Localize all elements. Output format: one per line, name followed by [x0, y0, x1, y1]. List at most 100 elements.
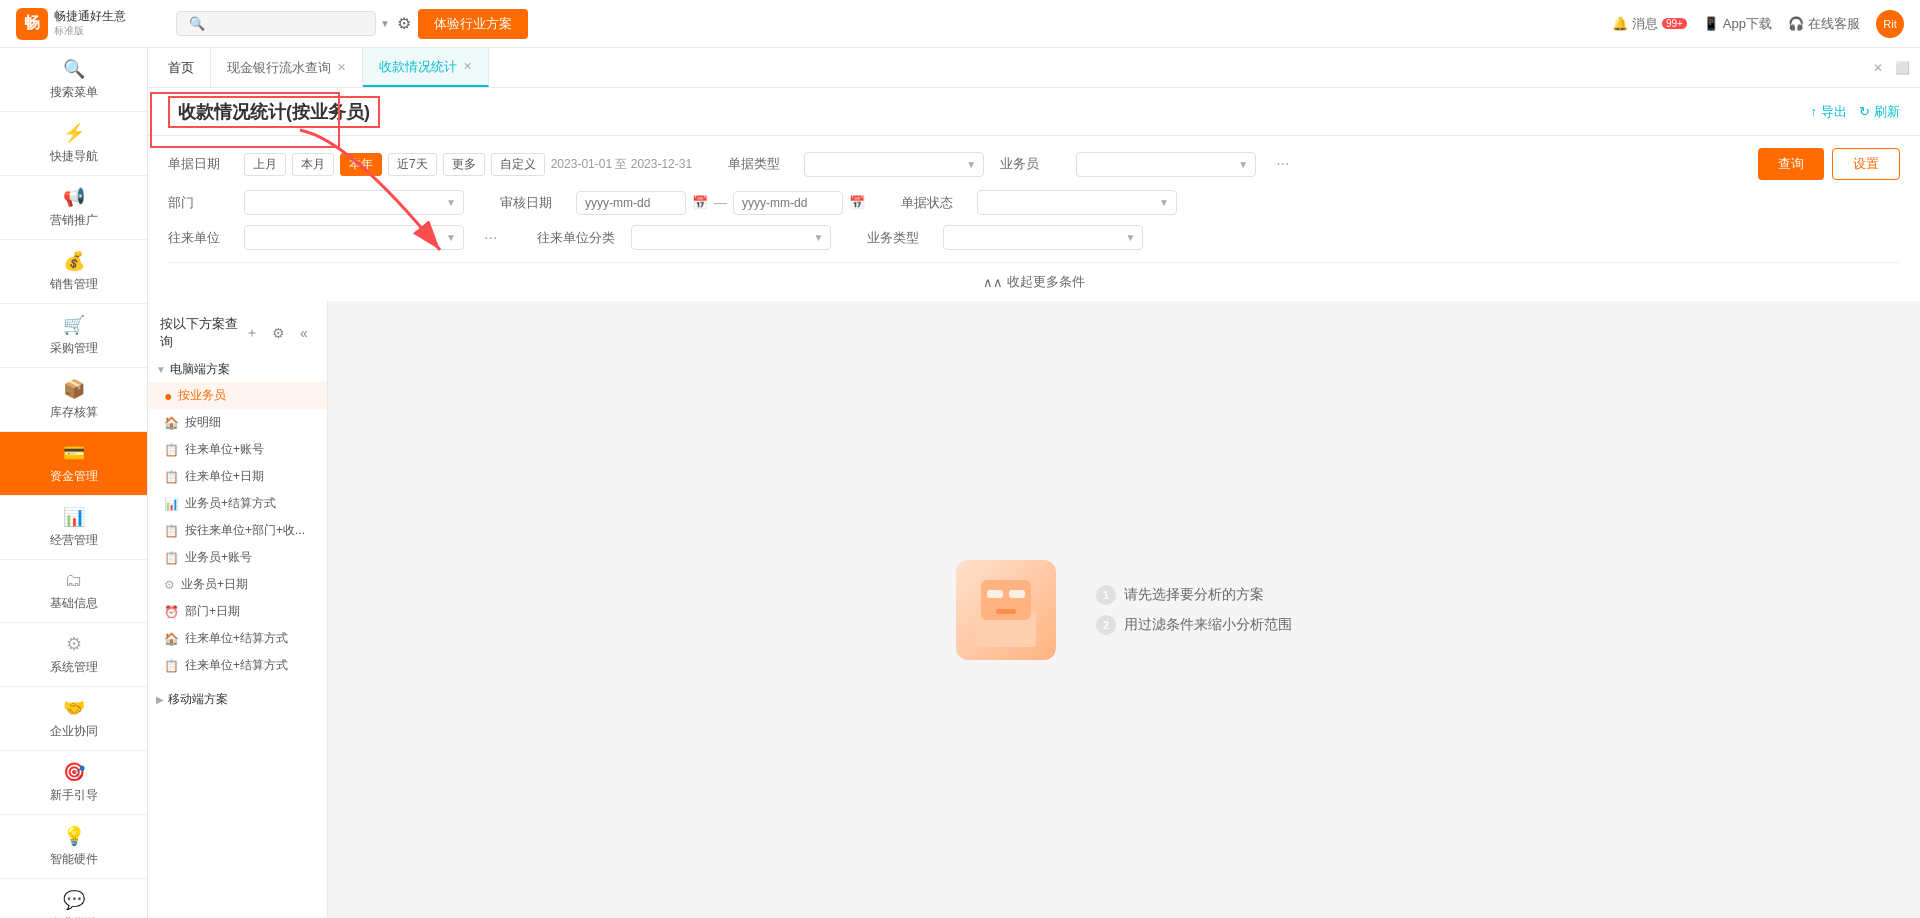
- date-btn-more[interactable]: 更多: [443, 153, 485, 176]
- receipt-tab-close[interactable]: ✕: [463, 60, 472, 73]
- service-icon: 🎧: [1788, 16, 1804, 31]
- sidebar-item-collab[interactable]: 🤝 企业协同: [0, 687, 147, 751]
- date-btn-this-year[interactable]: 本年: [340, 153, 382, 176]
- partner-cat-select[interactable]: [631, 225, 831, 250]
- search-dropdown-arrow[interactable]: ▼: [380, 18, 390, 29]
- sidebar-label-system: 系统管理: [50, 659, 98, 676]
- tree-item-by-salesman[interactable]: ● 按业务员: [148, 382, 327, 409]
- salesman-more-dots[interactable]: ···: [1272, 155, 1293, 173]
- query-button[interactable]: 查询: [1758, 148, 1824, 180]
- tree-item-by-detail[interactable]: 🏠 按明细: [148, 409, 327, 436]
- dept-label: 部门: [168, 194, 228, 212]
- doc-type-select[interactable]: [804, 152, 984, 177]
- sidebar-item-operation[interactable]: 📊 经营管理: [0, 496, 147, 560]
- date-filter-group: 上月 本月 本年 近7天 更多 自定义 2023-01-01 至 2023-12…: [244, 153, 692, 176]
- tree-item-salesman-date[interactable]: ⚙ 业务员+日期: [148, 571, 327, 598]
- calendar-end-icon[interactable]: 📅: [849, 195, 865, 210]
- app-download-btn[interactable]: 📱 App下载: [1703, 15, 1772, 33]
- salesman-select-wrapper: ▼: [1076, 152, 1256, 177]
- tree-item-partner-payment2[interactable]: 📋 往来单位+结算方式: [148, 652, 327, 679]
- user-avatar[interactable]: Rit: [1876, 10, 1904, 38]
- partner-date-icon: 📋: [164, 470, 179, 484]
- panel-setting-btn[interactable]: ⚙: [267, 322, 289, 344]
- biz-type-select[interactable]: [943, 225, 1143, 250]
- notification-btn[interactable]: 🔔 消息 99+: [1612, 15, 1687, 33]
- sidebar-label-finance: 资金管理: [50, 468, 98, 485]
- empty-illustration: [956, 560, 1056, 660]
- doc-type-label: 单据类型: [728, 155, 788, 173]
- tree-item-salesman-settlement[interactable]: 📊 业务员+结算方式: [148, 490, 327, 517]
- right-content: 1 请先选择要分析的方案 2 用过滤条件来缩小分析范围: [328, 301, 1920, 918]
- search-box[interactable]: 🔍: [176, 11, 376, 36]
- window-maximize-btn[interactable]: ⬜: [1892, 58, 1912, 78]
- tab-receipt[interactable]: 收款情况统计 ✕: [363, 48, 489, 87]
- date-btn-last-month[interactable]: 上月: [244, 153, 286, 176]
- tab-home[interactable]: 首页: [152, 48, 211, 87]
- date-btn-7days[interactable]: 近7天: [388, 153, 437, 176]
- sidebar-item-purchase[interactable]: 🛒 采购管理: [0, 304, 147, 368]
- sidebar-item-basicinfo[interactable]: 🗂 基础信息: [0, 560, 147, 623]
- trial-button[interactable]: 体验行业方案: [418, 9, 528, 39]
- partner-cat-select-wrapper: ▼: [631, 225, 831, 250]
- dept-select[interactable]: [244, 190, 464, 215]
- date-btn-custom[interactable]: 自定义: [491, 153, 545, 176]
- panel-collapse-btn[interactable]: «: [293, 322, 315, 344]
- sidebar-item-marketing[interactable]: 📢 营销推广: [0, 176, 147, 240]
- partner-dept-icon: 📋: [164, 524, 179, 538]
- online-service-btn[interactable]: 🎧 在线客服: [1788, 15, 1860, 33]
- settings-gear-icon[interactable]: ⚙: [390, 10, 418, 38]
- partner-more-dots[interactable]: ···: [480, 229, 501, 247]
- doc-status-select[interactable]: [977, 190, 1177, 215]
- review-date-label: 审核日期: [500, 194, 560, 212]
- desktop-section-arrow: ▼: [156, 364, 166, 375]
- sidebar-label-purchase: 采购管理: [50, 340, 98, 357]
- sidebar-item-search[interactable]: 🔍 搜索菜单: [0, 48, 147, 112]
- salesman-settlement-label: 业务员+结算方式: [185, 495, 276, 512]
- biz-type-select-wrapper: ▼: [943, 225, 1143, 250]
- window-close-btn[interactable]: ✕: [1868, 58, 1888, 78]
- tab-bank[interactable]: 现金银行流水查询 ✕: [211, 48, 363, 87]
- panel-header: 按以下方案查询 ＋ ⚙ «: [148, 309, 327, 357]
- sidebar-item-finance[interactable]: 💳 资金管理: [0, 432, 147, 496]
- tree-section-mobile[interactable]: ▶ 移动端方案: [148, 687, 327, 712]
- tree-item-partner-account[interactable]: 📋 往来单位+账号: [148, 436, 327, 463]
- partner-select[interactable]: [244, 225, 464, 250]
- window-controls: ✕ ⬜: [1860, 48, 1920, 87]
- tree-item-partner-dept[interactable]: 📋 按往来单位+部门+收...: [148, 517, 327, 544]
- empty-steps: 1 请先选择要分析的方案 2 用过滤条件来缩小分析范围: [1096, 585, 1292, 635]
- review-date-end[interactable]: [733, 191, 843, 215]
- sidebar-item-guide[interactable]: 🎯 新手引导: [0, 751, 147, 815]
- refresh-button[interactable]: ↻ 刷新: [1859, 103, 1900, 121]
- sidebar-item-system[interactable]: ⚙ 系统管理: [0, 623, 147, 687]
- notification-label: 消息: [1632, 15, 1658, 33]
- panel-add-btn[interactable]: ＋: [241, 322, 263, 344]
- sidebar-item-wxwork[interactable]: 💬 企业微信: [0, 879, 147, 918]
- tree-item-partner-date[interactable]: 📋 往来单位+日期: [148, 463, 327, 490]
- salesman-select[interactable]: [1076, 152, 1256, 177]
- calendar-start-icon[interactable]: 📅: [692, 195, 708, 210]
- step-1-number: 1: [1096, 585, 1116, 605]
- tree-item-partner-payment1[interactable]: 🏠 往来单位+结算方式: [148, 625, 327, 652]
- sidebar-item-inventory[interactable]: 📦 库存核算: [0, 368, 147, 432]
- review-date-start[interactable]: [576, 191, 686, 215]
- bank-tab-close[interactable]: ✕: [337, 61, 346, 74]
- collapse-more-btn[interactable]: ∧∧ 收起更多条件: [168, 262, 1900, 301]
- sidebar-item-sales[interactable]: 💰 销售管理: [0, 240, 147, 304]
- step-1-text: 请先选择要分析的方案: [1124, 586, 1264, 604]
- tree-item-dept-date[interactable]: ⏰ 部门+日期: [148, 598, 327, 625]
- notification-badge: 99+: [1662, 18, 1687, 29]
- left-panel: 按以下方案查询 ＋ ⚙ « ▼ 电脑端方案 ● 按业务: [148, 301, 328, 918]
- set-button[interactable]: 设置: [1832, 148, 1900, 180]
- tree-section-desktop[interactable]: ▼ 电脑端方案: [148, 357, 327, 382]
- tree-item-salesman-account[interactable]: 📋 业务员+账号: [148, 544, 327, 571]
- export-button[interactable]: ↑ 导出: [1811, 103, 1848, 121]
- marketing-icon: 📢: [63, 186, 85, 208]
- sidebar-item-hardware[interactable]: 💡 智能硬件: [0, 815, 147, 879]
- doc-status-label: 单据状态: [901, 194, 961, 212]
- finance-icon: 💳: [63, 442, 85, 464]
- salesman-label: 业务员: [1000, 155, 1060, 173]
- sidebar-item-quicknav[interactable]: ⚡ 快捷导航: [0, 112, 147, 176]
- download-icon: 📱: [1703, 16, 1719, 31]
- empty-state: 1 请先选择要分析的方案 2 用过滤条件来缩小分析范围: [328, 301, 1920, 918]
- date-btn-this-month[interactable]: 本月: [292, 153, 334, 176]
